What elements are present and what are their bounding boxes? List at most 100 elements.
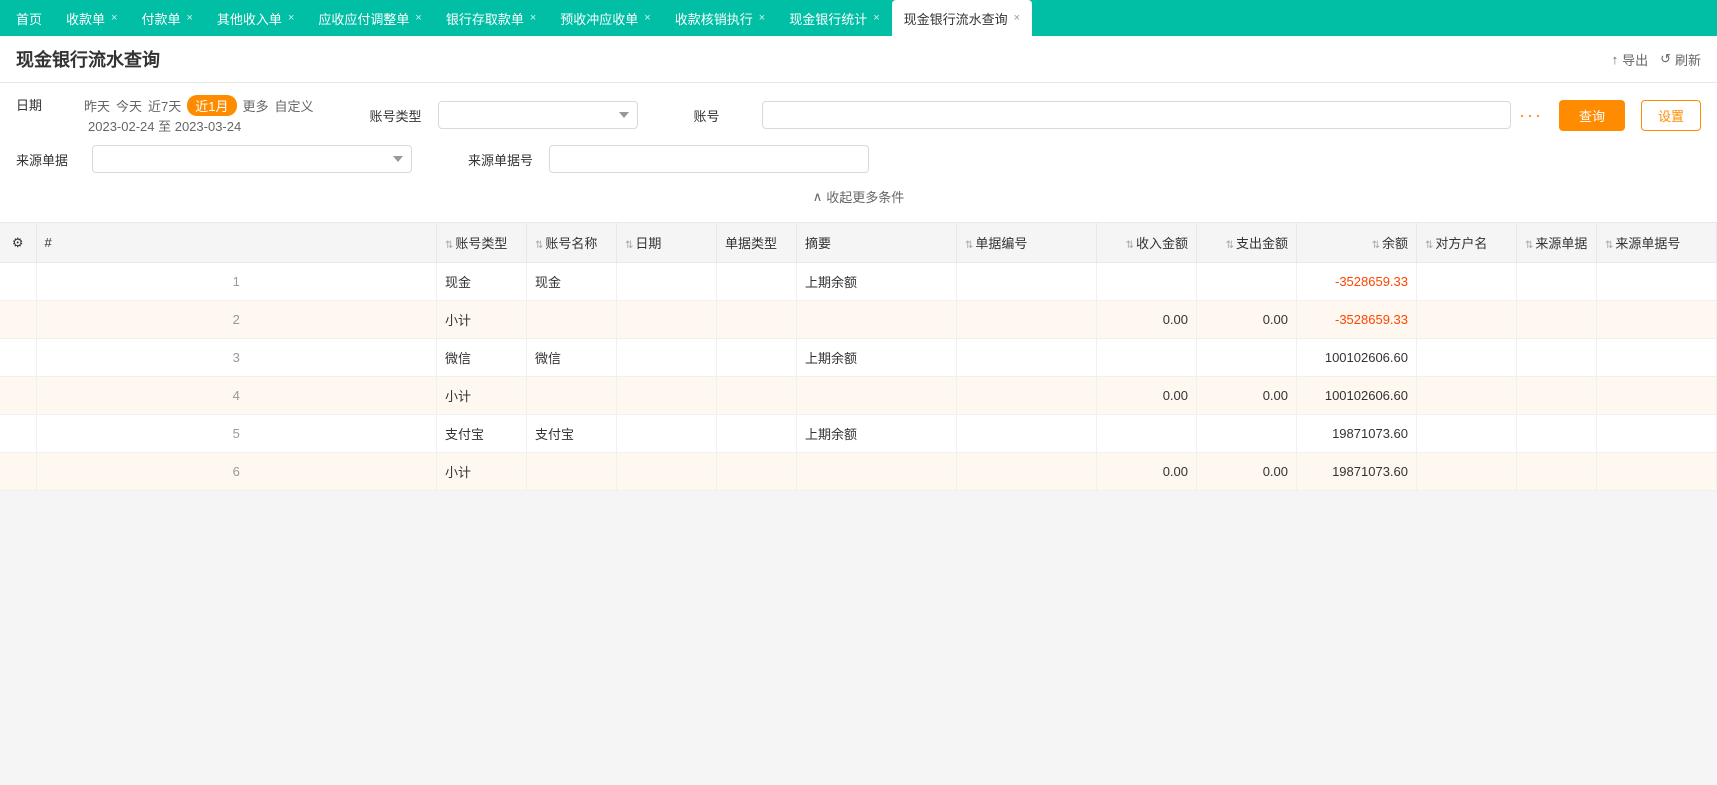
settings-button[interactable]: 设置 [1641,100,1701,131]
row-gear [0,301,36,339]
th-account-type[interactable]: ⇅账号类型 [437,223,527,263]
filter-row-1: 日期 昨天 今天 近7天 近1月 更多 自定义 2023-02-24 至 202… [16,95,1701,135]
row-no: 6 [36,453,437,491]
close-icon[interactable]: × [530,12,536,24]
shortcut-today[interactable]: 今天 [116,96,142,115]
row-balance: 100102606.60 [1297,339,1417,377]
row-account-name: 微信 [527,339,617,377]
th-date[interactable]: ⇅日期 [617,223,717,263]
row-summary: 上期余额 [797,339,957,377]
row-no: 1 [36,263,437,301]
row-doc-type [717,415,797,453]
nav-tab-3[interactable]: 应收应付调整单 × [306,0,433,36]
row-account-name [527,453,617,491]
th-counterpart[interactable]: ⇅对方户名 [1417,223,1517,263]
nav-tab-4[interactable]: 银行存取款单 × [434,0,548,36]
close-icon[interactable]: × [873,12,879,24]
th-summary: 摘要 [797,223,957,263]
row-src-doc-no [1597,453,1717,491]
nav-tab-1[interactable]: 付款单 × [129,0,204,36]
close-icon[interactable]: × [186,12,192,24]
table-row: 5 支付宝 支付宝 上期余额 19871073.60 [0,415,1717,453]
row-doc-no [957,263,1097,301]
row-account-type: 小计 [437,377,527,415]
row-doc-type [717,301,797,339]
nav-tab-7[interactable]: 现金银行统计 × [777,0,891,36]
th-src-doc[interactable]: ⇅来源单据 [1517,223,1597,263]
date-label: 日期 [16,95,76,114]
row-doc-no [957,301,1097,339]
row-no: 4 [36,377,437,415]
close-icon[interactable]: × [288,12,294,24]
row-gear [0,339,36,377]
close-icon[interactable]: × [644,12,650,24]
source-doc-select[interactable] [92,145,412,173]
table-row: 3 微信 微信 上期余额 100102606.60 [0,339,1717,377]
th-no: # [36,223,437,263]
th-account-name[interactable]: ⇅账号名称 [527,223,617,263]
nav-tab-8[interactable]: 现金银行流水查询 × [892,0,1032,36]
source-doc-no-input[interactable] [549,145,869,173]
close-icon[interactable]: × [759,12,765,24]
row-date [617,301,717,339]
th-src-doc-no[interactable]: ⇅来源单据号 [1597,223,1717,263]
filter-row-2: 来源单据 来源单据号 [16,145,1701,173]
account-input[interactable] [762,101,1511,129]
export-button[interactable]: ↑ 导出 [1612,50,1649,69]
row-src-doc-no [1597,301,1717,339]
row-account-type: 小计 [437,301,527,339]
close-icon[interactable]: × [1014,12,1020,24]
account-type-label: 账号类型 [370,106,430,125]
th-gear[interactable]: ⚙ [0,223,36,263]
table-body: 1 现金 现金 上期余额 -3528659.33 2 小计 0.00 0.00 … [0,263,1717,491]
row-doc-type [717,453,797,491]
th-income[interactable]: ⇅收入金额 [1097,223,1197,263]
th-expense[interactable]: ⇅支出金额 [1197,223,1297,263]
collapse-row[interactable]: ∧ 收起更多条件 [16,183,1701,210]
account-group: 账号 ··· [694,101,1543,129]
table-header: ⚙ # ⇅账号类型 ⇅账号名称 ⇅日期 单据类型 摘要 ⇅单据编号 ⇅收入金额 … [0,223,1717,263]
row-income: 0.00 [1097,453,1197,491]
source-doc-label: 来源单据 [16,150,76,169]
close-icon[interactable]: × [111,12,117,24]
close-icon[interactable]: × [415,12,421,24]
row-gear [0,377,36,415]
row-counterpart [1417,415,1517,453]
th-doc-no[interactable]: ⇅单据编号 [957,223,1097,263]
shortcut-yesterday[interactable]: 昨天 [84,96,110,115]
nav-tab-6[interactable]: 收款核销执行 × [663,0,777,36]
refresh-button[interactable]: ↺ 刷新 [1660,50,1701,69]
row-expense [1197,415,1297,453]
row-balance: 19871073.60 [1297,453,1417,491]
row-income: 0.00 [1097,301,1197,339]
row-account-type: 现金 [437,263,527,301]
nav-home[interactable]: 首页 [4,0,54,36]
nav-tab-0[interactable]: 收款单 × [54,0,129,36]
refresh-icon: ↺ [1660,51,1671,67]
row-src-doc-no [1597,339,1717,377]
th-doc-type: 单据类型 [717,223,797,263]
row-counterpart [1417,263,1517,301]
row-account-type: 微信 [437,339,527,377]
th-balance[interactable]: ⇅余额 [1297,223,1417,263]
row-date [617,377,717,415]
row-expense [1197,339,1297,377]
account-type-select[interactable] [438,101,638,129]
nav-tab-2[interactable]: 其他收入单 × [205,0,306,36]
header-actions: ↑ 导出 ↺ 刷新 [1612,50,1701,69]
row-summary: 上期余额 [797,415,957,453]
row-counterpart [1417,301,1517,339]
shortcut-custom[interactable]: 自定义 [275,96,314,115]
nav-tab-5[interactable]: 预收冲应收单 × [548,0,662,36]
shortcut-7days[interactable]: 近7天 [148,96,181,115]
row-src-doc [1517,453,1597,491]
shortcut-1month[interactable]: 近1月 [187,95,236,116]
account-dots-button[interactable]: ··· [1519,105,1543,126]
shortcut-more[interactable]: 更多 [243,96,269,115]
row-expense: 0.00 [1197,301,1297,339]
search-button[interactable]: 查询 [1559,100,1625,131]
row-account-name: 支付宝 [527,415,617,453]
filter-area: 日期 昨天 今天 近7天 近1月 更多 自定义 2023-02-24 至 202… [0,83,1717,223]
row-doc-no [957,377,1097,415]
row-date [617,263,717,301]
